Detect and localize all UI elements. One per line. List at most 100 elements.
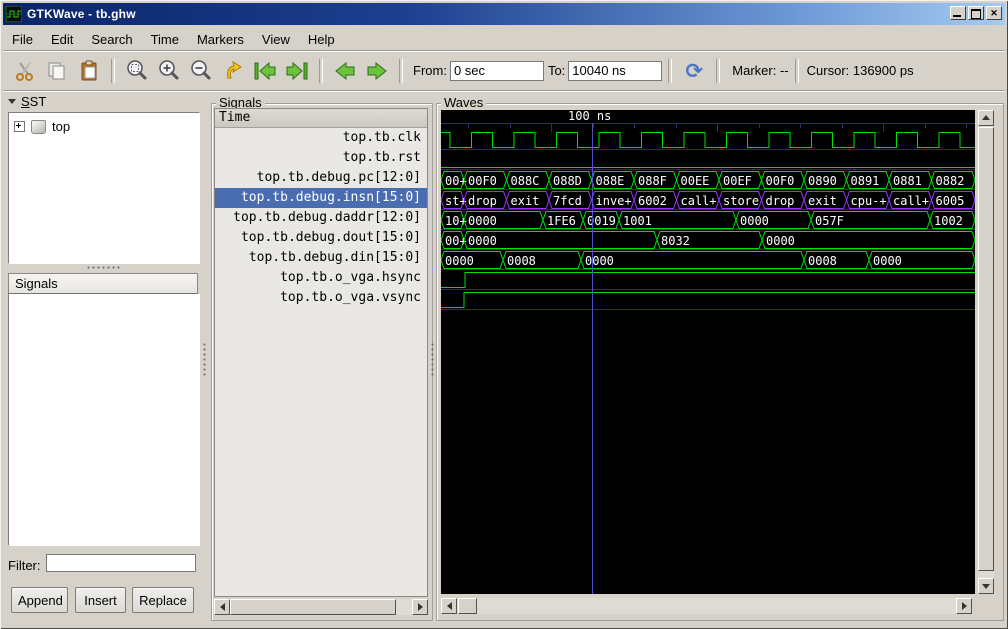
svg-text:exit: exit [511,194,540,208]
menu-help[interactable]: Help [299,30,344,49]
filter-input[interactable] [46,554,196,572]
zoom-out-icon[interactable] [188,58,214,84]
signal-row[interactable]: top.tb.clk [215,128,427,148]
waves-hscrollbar[interactable] [441,598,972,614]
gtkwave-window: GTKWave - tb.ghw ✕ File Edit Search Time… [0,0,1008,629]
next-edge-icon[interactable] [364,58,390,84]
menu-time[interactable]: Time [142,30,188,49]
svg-text:088F: 088F [638,174,667,188]
expand-plus-icon[interactable] [14,121,25,132]
toolbar-separator [716,58,721,83]
signal-row-selected[interactable]: top.tb.debug.insn[15:0] [215,188,427,208]
scroll-right-icon[interactable] [412,599,428,615]
svg-text:0000: 0000 [740,214,769,228]
signal-row[interactable]: top.tb.debug.dout[15:0] [215,228,427,248]
signal-name-list[interactable]: Time top.tb.clk top.tb.rst top.tb.debug.… [214,108,428,597]
append-button[interactable]: Append [11,587,68,613]
svg-text:100 ns: 100 ns [568,110,611,123]
zoom-in-icon[interactable] [156,58,182,84]
zoom-undo-icon[interactable] [220,58,246,84]
svg-text:0008: 0008 [507,254,536,268]
svg-text:088E: 088E [596,174,625,188]
toolbar-separator [319,58,323,83]
signal-row[interactable]: top.tb.debug.pc[12:0] [215,168,427,188]
insert-button[interactable]: Insert [75,587,126,613]
filter-label: Filter: [8,558,41,573]
menu-file[interactable]: File [3,30,42,49]
signal-row[interactable]: top.tb.debug.din[15:0] [215,248,427,268]
prev-edge-icon[interactable] [332,58,358,84]
time-column-header[interactable]: Time [215,109,427,128]
scroll-up-icon[interactable] [978,110,994,126]
signals-hscrollbar[interactable] [214,599,428,615]
svg-text:store: store [723,194,759,208]
svg-text:00F0: 00F0 [468,174,497,188]
scroll-down-icon[interactable] [978,578,994,594]
scrollbar-thumb[interactable] [978,127,994,571]
svg-text:1FE6: 1FE6 [547,214,576,228]
sst-signals-list[interactable] [8,294,200,546]
title-bar[interactable]: GTKWave - tb.ghw ✕ [3,3,1005,25]
copy-icon[interactable] [44,58,70,84]
tree-item-top[interactable]: top [14,119,199,134]
pane-splitter-handle[interactable] [202,342,207,376]
replace-button[interactable]: Replace [132,587,194,613]
minimize-button[interactable] [950,6,966,20]
svg-text:0000: 0000 [445,254,474,268]
cursor-status: Cursor: 136900 ps [806,63,914,78]
signal-row[interactable]: top.tb.rst [215,148,427,168]
sst-expander[interactable]: SST [8,94,46,109]
scroll-left-icon[interactable] [214,599,230,615]
scrollbar-thumb[interactable] [458,598,477,614]
svg-text:088D: 088D [553,174,582,188]
close-button[interactable]: ✕ [986,6,1002,20]
from-input[interactable] [449,60,544,81]
menu-search[interactable]: Search [82,30,141,49]
scroll-right-icon[interactable] [956,598,972,614]
svg-text:call+: call+ [893,194,929,208]
to-start-icon[interactable] [252,58,278,84]
to-end-icon[interactable] [284,58,310,84]
svg-text:drop: drop [766,194,795,208]
svg-text:6005: 6005 [936,194,965,208]
tree-item-label: top [52,119,71,134]
status-separator [794,58,799,83]
toolbar-separator [399,58,403,83]
signal-row[interactable]: top.tb.o_vga.hsync [215,268,427,288]
reload-icon[interactable]: ⟳ [681,58,707,84]
scrollbar-thumb[interactable] [230,599,396,615]
toolbar-separator [111,58,115,83]
waves-vscrollbar[interactable] [978,110,994,594]
paste-icon[interactable] [76,58,102,84]
scroll-left-icon[interactable] [441,598,457,614]
svg-text:1001: 1001 [623,214,652,228]
svg-text:00EE: 00EE [681,174,710,188]
app-logo-icon [5,5,23,23]
svg-text:call+: call+ [681,194,717,208]
module-icon [31,119,46,134]
menu-edit[interactable]: Edit [42,30,82,49]
waveform-canvas[interactable]: 100 ns00+ 00F0 088C 088D 088E 088F 00EE 00EF 00F… [441,110,975,594]
svg-text:0000: 0000 [585,254,614,268]
to-input[interactable] [568,60,663,81]
menu-markers[interactable]: Markers [188,30,253,49]
cut-icon[interactable] [12,58,38,84]
menu-bar: File Edit Search Time Markers View Help [3,28,1005,50]
svg-text:0000: 0000 [766,234,795,248]
svg-text:0000: 0000 [468,234,497,248]
pane-splitter-handle[interactable] [430,342,435,376]
sst-tree[interactable]: top [8,112,200,264]
svg-text:inve+: inve+ [596,194,632,208]
sst-signals-header[interactable]: Signals [8,273,198,295]
zoom-fit-icon[interactable] [124,58,150,84]
menu-view[interactable]: View [253,30,299,49]
signal-row[interactable]: top.tb.debug.daddr[12:0] [215,208,427,228]
horizontal-splitter-handle[interactable] [86,265,120,270]
maximize-button[interactable] [968,6,984,20]
svg-text:057F: 057F [815,214,844,228]
svg-text:0890: 0890 [808,174,837,188]
svg-text:cpu-+: cpu-+ [851,194,887,208]
signal-row[interactable]: top.tb.o_vga.vsync [215,288,427,308]
svg-text:8032: 8032 [661,234,690,248]
from-label: From: [413,63,447,78]
